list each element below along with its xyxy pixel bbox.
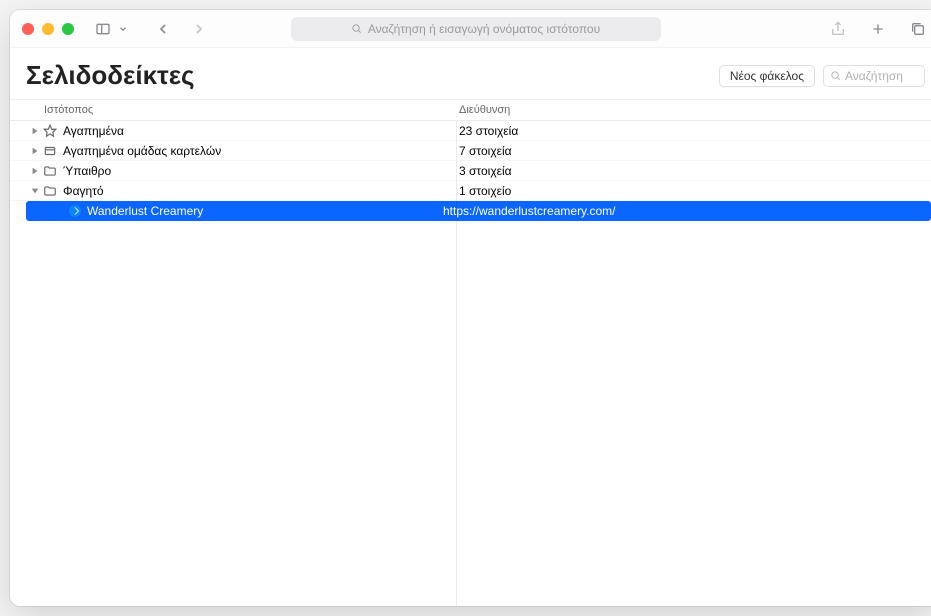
sidebar-menu-chevron[interactable]	[118, 18, 128, 40]
folder-icon	[43, 164, 57, 178]
bookmark-label: Αγαπημένα ομάδας καρτελών	[63, 144, 221, 158]
tabs-overview-button[interactable]	[907, 18, 929, 40]
header-actions: Νέος φάκελος Αναζήτηση	[719, 65, 925, 87]
disclosure-triangle-icon[interactable]	[30, 127, 40, 135]
address-bar[interactable]: Αναζήτηση ή εισαγωγή ονόματος ιστότοπου	[291, 17, 661, 41]
search-icon	[351, 23, 362, 34]
bookmark-folder-row[interactable]: Ύπαιθρο 3 στοιχεία	[10, 161, 931, 181]
zoom-window-button[interactable]	[62, 23, 74, 35]
bookmark-label: Φαγητό	[63, 184, 104, 198]
sidebar-toggle-button[interactable]	[92, 18, 114, 40]
bookmark-label: Αγαπημένα	[63, 124, 124, 138]
minimize-window-button[interactable]	[42, 23, 54, 35]
new-folder-button[interactable]: Νέος φάκελος	[719, 65, 815, 87]
bookmark-label: Wanderlust Creamery	[87, 204, 203, 218]
bookmark-address: 7 στοιχεία	[457, 144, 931, 158]
nav-buttons	[152, 18, 210, 40]
bookmark-folder-row[interactable]: Φαγητό 1 στοιχείο	[10, 181, 931, 201]
bookmark-address: 3 στοιχεία	[457, 164, 931, 178]
toolbar-right	[827, 18, 929, 40]
search-icon	[830, 70, 841, 81]
close-window-button[interactable]	[22, 23, 34, 35]
bookmarks-search-input[interactable]: Αναζήτηση	[823, 65, 925, 87]
column-header-address[interactable]: Διεύθυνση	[457, 104, 931, 116]
content-header: Σελιδοδείκτες Νέος φάκελος Αναζήτηση	[10, 48, 931, 99]
favicon-icon	[69, 205, 81, 217]
bookmark-address: 23 στοιχεία	[457, 124, 931, 138]
address-bar-placeholder: Αναζήτηση ή εισαγωγή ονόματος ιστότοπου	[368, 22, 600, 36]
column-header-site[interactable]: Ιστότοπος	[44, 104, 457, 116]
disclosure-triangle-icon[interactable]	[30, 187, 40, 195]
star-icon	[43, 124, 57, 138]
bookmark-address: https://wanderlustcreamery.com/	[441, 204, 931, 218]
bookmark-address: 1 στοιχείο	[457, 184, 931, 198]
column-divider[interactable]	[456, 121, 457, 606]
disclosure-triangle-icon[interactable]	[30, 147, 40, 155]
bookmarks-list: Αγαπημένα 23 στοιχεία Αγαπημένα ομάδας κ…	[10, 121, 931, 606]
bookmark-folder-row[interactable]: Αγαπημένα ομάδας καρτελών 7 στοιχεία	[10, 141, 931, 161]
safari-window: Αναζήτηση ή εισαγωγή ονόματος ιστότοπου …	[10, 10, 931, 606]
forward-button[interactable]	[188, 18, 210, 40]
bookmark-item-row[interactable]: Wanderlust Creamery https://wanderlustcr…	[26, 201, 931, 221]
back-button[interactable]	[152, 18, 174, 40]
titlebar: Αναζήτηση ή εισαγωγή ονόματος ιστότοπου	[10, 10, 931, 48]
share-button[interactable]	[827, 18, 849, 40]
bookmark-folder-row[interactable]: Αγαπημένα 23 στοιχεία	[10, 121, 931, 141]
new-tab-button[interactable]	[867, 18, 889, 40]
folder-icon	[43, 184, 57, 198]
search-placeholder: Αναζήτηση	[845, 69, 903, 83]
page-title: Σελιδοδείκτες	[26, 60, 195, 91]
bookmark-label: Ύπαιθρο	[63, 164, 111, 178]
tab-group-icon	[43, 144, 57, 158]
address-bar-container: Αναζήτηση ή εισαγωγή ονόματος ιστότοπου	[291, 17, 661, 41]
column-headers: Ιστότοπος Διεύθυνση	[10, 99, 931, 121]
window-controls	[22, 23, 74, 35]
disclosure-triangle-icon[interactable]	[30, 167, 40, 175]
toolbar-left	[92, 18, 210, 40]
